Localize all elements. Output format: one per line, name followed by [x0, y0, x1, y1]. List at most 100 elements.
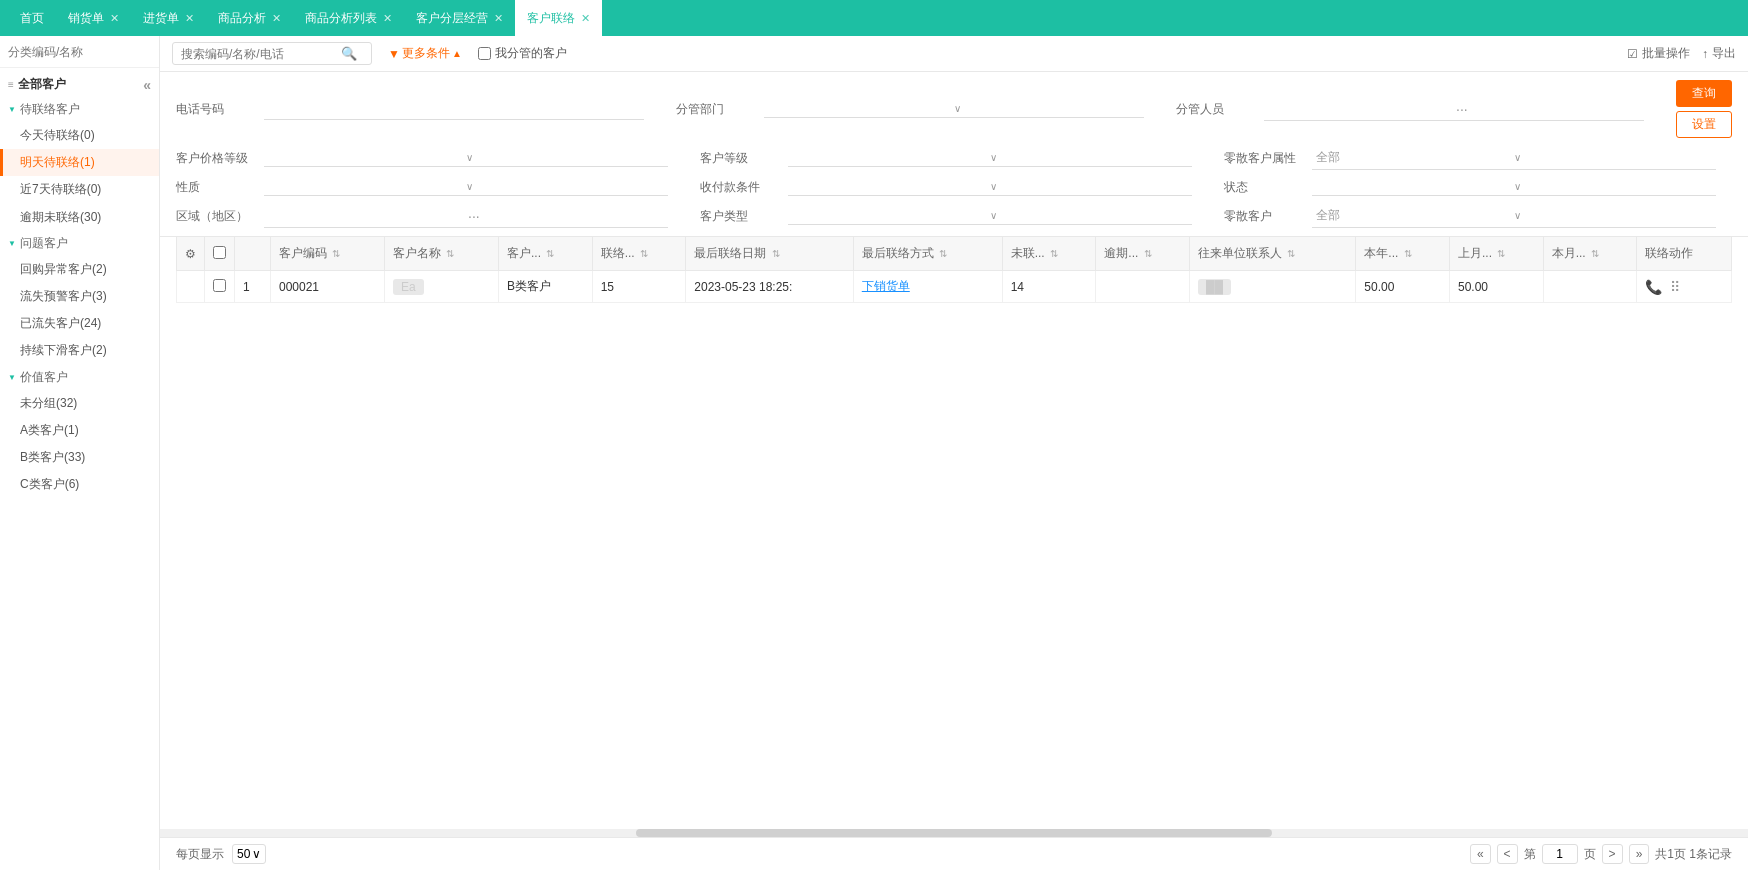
close-purchase-icon[interactable]: ✕	[185, 12, 194, 25]
close-product-analysis-list-icon[interactable]: ✕	[383, 12, 392, 25]
customer-level-label: 客户等级	[700, 150, 780, 167]
retail-attr-label: 零散客户属性	[1224, 150, 1304, 167]
set-button[interactable]: 设置	[1676, 111, 1732, 138]
batch-op-button[interactable]: ☑ 批量操作	[1627, 45, 1690, 62]
col-last-month[interactable]: 上月... ⇅	[1450, 237, 1544, 271]
nav-item-sales[interactable]: 销货单 ✕	[56, 0, 131, 36]
col-name[interactable]: 客户名称 ⇅	[385, 237, 499, 271]
phone-input[interactable]	[264, 99, 644, 120]
customer-value-level-select[interactable]: ∨	[264, 149, 668, 167]
collapse-icon: ≡	[8, 79, 14, 90]
content-area: 🔍 ▼ 更多条件 ▲ 我分管的客户 ☑ 批量操作 ↑ 导出	[160, 36, 1748, 870]
next-page-button[interactable]: >	[1602, 844, 1623, 864]
page-number-input[interactable]	[1542, 844, 1578, 864]
sidebar-item-tomorrow[interactable]: 明天待联络(1)	[0, 149, 159, 176]
sidebar-item-class-a[interactable]: A类客户(1)	[0, 417, 159, 444]
sidebar-item-ungrouped[interactable]: 未分组(32)	[0, 390, 159, 417]
more-filter-button[interactable]: ▼ 更多条件 ▲	[380, 42, 470, 65]
section-value-customers[interactable]: 价值客户	[0, 365, 159, 390]
scrollbar-thumb[interactable]	[636, 829, 1271, 837]
all-customers-header[interactable]: ≡ 全部客户 «	[0, 72, 159, 97]
table-row: 1 000021 Ea B类客户 15	[177, 271, 1732, 303]
nav-item-home[interactable]: 首页	[8, 0, 56, 36]
more-action-icon[interactable]: ⠿	[1670, 279, 1680, 295]
my-customers-checkbox-wrap[interactable]: 我分管的客户	[478, 45, 567, 62]
nav-item-customer-segment[interactable]: 客户分层经营 ✕	[404, 0, 515, 36]
payment-select[interactable]: ∨	[788, 178, 1192, 196]
row-checkbox[interactable]	[213, 279, 226, 292]
my-customers-checkbox[interactable]	[478, 47, 491, 60]
col-checkbox[interactable]	[205, 237, 235, 271]
col-this-year[interactable]: 本年... ⇅	[1356, 237, 1450, 271]
col-settings[interactable]: ⚙	[177, 237, 205, 271]
sidebar-item-overdue[interactable]: 逾期未联络(30)	[0, 204, 159, 231]
col-overdue[interactable]: 逾期... ⇅	[1096, 237, 1190, 271]
prev-page-button[interactable]: <	[1497, 844, 1518, 864]
search-input[interactable]	[181, 47, 341, 61]
sidebar-item-churned[interactable]: 已流失客户(24)	[0, 310, 159, 337]
section-pending-contact[interactable]: 待联络客户	[0, 97, 159, 122]
gender-select[interactable]: ∨	[264, 178, 668, 196]
col-not-contacted[interactable]: 未联... ⇅	[1002, 237, 1096, 271]
sort-year-icon: ⇅	[1404, 248, 1412, 259]
col-unit-contact[interactable]: 往来单位联系人 ⇅	[1189, 237, 1355, 271]
col-this-month[interactable]: 本月... ⇅	[1543, 237, 1637, 271]
sidebar-item-class-c[interactable]: C类客户(6)	[0, 471, 159, 498]
call-action-icon[interactable]: 📞	[1645, 279, 1662, 295]
retail-customer-select[interactable]: 全部 ∨	[1312, 204, 1716, 228]
toolbar-right: ☑ 批量操作 ↑ 导出	[1627, 45, 1736, 62]
select-all-checkbox[interactable]	[213, 246, 226, 259]
area-label: 区域（地区）	[176, 208, 256, 225]
customer-level-select[interactable]: ∨	[788, 149, 1192, 167]
dept-field-wrap: 分管部门 ∨	[660, 100, 1160, 118]
top-nav: 首页 销货单 ✕ 进货单 ✕ 商品分析 ✕ 商品分析列表 ✕ 客户分层经营 ✕ …	[0, 0, 1748, 36]
horizontal-scrollbar[interactable]	[160, 829, 1748, 837]
first-page-button[interactable]: «	[1470, 844, 1491, 864]
cell-action: 📞 ⠿	[1637, 271, 1732, 303]
sidebar-item-declining[interactable]: 持续下滑客户(2)	[0, 337, 159, 364]
nav-item-customer-contact[interactable]: 客户联络 ✕	[515, 0, 602, 36]
sidebar-item-today[interactable]: 今天待联络(0)	[0, 122, 159, 149]
close-sales-icon[interactable]: ✕	[110, 12, 119, 25]
nav-item-product-analysis[interactable]: 商品分析 ✕	[206, 0, 293, 36]
last-page-button[interactable]: »	[1629, 844, 1650, 864]
sidebar-search-input[interactable]	[8, 45, 158, 59]
customer-type-select[interactable]: ∨	[788, 207, 1192, 225]
export-button[interactable]: ↑ 导出	[1702, 45, 1736, 62]
search-icon[interactable]: 🔍	[341, 46, 357, 61]
status-wrap: 状态 ∨	[1208, 178, 1732, 196]
person-select[interactable]: ···	[1264, 98, 1644, 121]
person-dots-icon[interactable]: ···	[1456, 101, 1636, 117]
section-problem-customers[interactable]: 问题客户	[0, 231, 159, 256]
nav-item-purchase[interactable]: 进货单 ✕	[131, 0, 206, 36]
sidebar-item-repurchase-anomaly[interactable]: 回购异常客户(2)	[0, 256, 159, 283]
col-type[interactable]: 客户... ⇅	[499, 237, 593, 271]
nav-item-product-analysis-list[interactable]: 商品分析列表 ✕	[293, 0, 404, 36]
col-last-contact-method[interactable]: 最后联络方式 ⇅	[853, 237, 1002, 271]
sidebar-item-class-b[interactable]: B类客户(33)	[0, 444, 159, 471]
dept-select[interactable]: ∨	[764, 100, 1144, 118]
area-dots-icon[interactable]: ···	[468, 208, 660, 224]
area-select[interactable]: ···	[264, 205, 668, 228]
sidebar-item-7days[interactable]: 近7天待联络(0)	[0, 176, 159, 203]
close-product-analysis-icon[interactable]: ✕	[272, 12, 281, 25]
status-select[interactable]: ∨	[1312, 178, 1716, 196]
col-last-contact-date[interactable]: 最后联络日期 ⇅	[686, 237, 853, 271]
cell-last-contact-method[interactable]: 下销货单	[853, 271, 1002, 303]
col-code[interactable]: 客户编码 ⇅	[271, 237, 385, 271]
query-button[interactable]: 查询	[1676, 80, 1732, 107]
sort-this-month-icon: ⇅	[1591, 248, 1599, 259]
person-field-wrap: 分管人员 ···	[1160, 98, 1660, 121]
cell-checkbox[interactable]	[205, 271, 235, 303]
sort-overdue-icon: ⇅	[1144, 248, 1152, 259]
toolbar: 🔍 ▼ 更多条件 ▲ 我分管的客户 ☑ 批量操作 ↑ 导出	[160, 36, 1748, 72]
retail-attr-select[interactable]: 全部 ∨	[1312, 146, 1716, 170]
close-customer-segment-icon[interactable]: ✕	[494, 12, 503, 25]
close-customer-contact-icon[interactable]: ✕	[581, 12, 590, 25]
sidebar-item-churn-warning[interactable]: 流失预警客户(3)	[0, 283, 159, 310]
page-size-select[interactable]: 50 ∨	[232, 844, 266, 864]
expand-icon[interactable]: «	[143, 77, 151, 93]
cell-num: 1	[235, 271, 271, 303]
col-contact[interactable]: 联络... ⇅	[592, 237, 686, 271]
cell-gear	[177, 271, 205, 303]
